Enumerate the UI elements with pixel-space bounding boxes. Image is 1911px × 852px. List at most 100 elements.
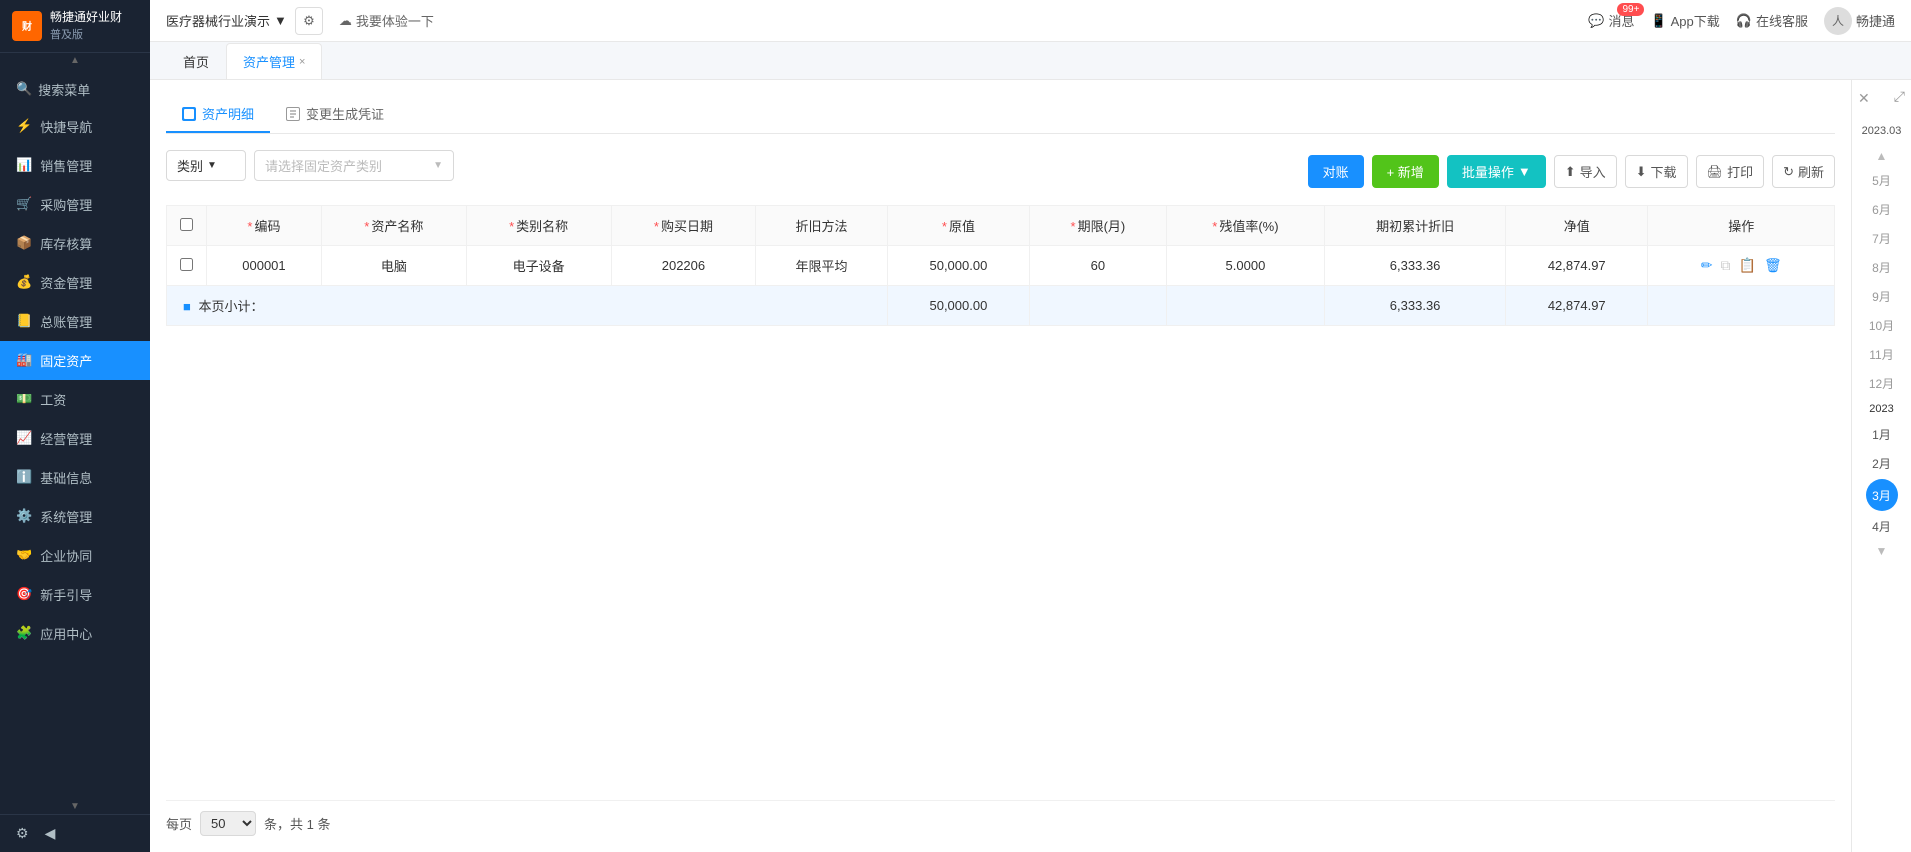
month-6-prev[interactable]: 6月 [1860, 196, 1904, 223]
sidebar-item-inventory[interactable]: 📦 库存核算 [0, 224, 150, 263]
th-checkbox [167, 206, 207, 246]
month-5-prev[interactable]: 5月 [1860, 167, 1904, 194]
edit-icon[interactable]: ✏ [1701, 257, 1713, 274]
row-actions: ✏ ⧉ 📋 🗑 [1648, 246, 1835, 286]
tab-home[interactable]: 首页 [166, 43, 226, 79]
sub-tab-change-voucher[interactable]: 变更生成凭证 [270, 96, 400, 133]
settings-icon[interactable]: ⚙ [16, 825, 29, 842]
fixed-assets-icon: 🏭 [16, 352, 32, 368]
online-service-button[interactable]: 🎧 在线客服 [1736, 11, 1808, 30]
gear-icon: ⚙ [303, 13, 315, 29]
sidebar: 财 畅捷通好业财 普及版 ▲ 🔍 搜索菜单 ⚡ 快捷导航 📊 销售管理 🛒 采购… [0, 0, 150, 852]
month-8-prev[interactable]: 8月 [1860, 254, 1904, 281]
sidebar-item-enterprise[interactable]: 🤝 企业协同 [0, 536, 150, 575]
sidebar-scroll-up[interactable]: ▲ [70, 55, 80, 66]
refresh-icon: ↻ [1783, 164, 1794, 180]
sidebar-item-search[interactable]: 🔍 搜索菜单 [0, 72, 150, 107]
select-all-checkbox[interactable] [180, 218, 193, 231]
subtotal-icon: ■ [183, 299, 191, 314]
sidebar-item-shortcut[interactable]: ⚡ 快捷导航 [0, 107, 150, 146]
toolbar: 类别 ▼ 请选择固定资产类别 ▼ 对账 + 新增 [166, 150, 1835, 193]
trial-hint[interactable]: ☁ 我要体验一下 [339, 11, 434, 30]
panel-months: 5月 6月 7月 8月 9月 10月 11月 12月 2023 1月 2月 3月… [1852, 167, 1911, 540]
delete-icon[interactable]: 🗑 [1764, 257, 1782, 274]
operations-icon: 📈 [16, 430, 32, 446]
duplicate-icon[interactable]: 📋 [1739, 257, 1756, 274]
sidebar-item-fixed-assets[interactable]: 🏭 固定资产 [0, 341, 150, 380]
reconcile-button[interactable]: 对账 [1308, 155, 1364, 188]
category-label-select[interactable]: 类别 ▼ [166, 150, 246, 181]
download-button[interactable]: ⬇ 下载 [1625, 155, 1688, 188]
print-icon: 🖨 [1707, 164, 1724, 180]
refresh-button[interactable]: ↻ 刷新 [1772, 155, 1835, 188]
category-dropdown-icon: ▼ [433, 160, 443, 171]
row-original-value: 50,000.00 [887, 246, 1029, 286]
sidebar-scroll-down[interactable]: ▼ [70, 801, 80, 812]
panel-scroll-up-button[interactable]: ▲ [1872, 145, 1892, 167]
month-7-prev[interactable]: 7月 [1860, 225, 1904, 252]
table-body: 000001 电脑 电子设备 202206 年限平均 50,000.00 60 … [167, 246, 1835, 326]
th-actions: 操作 [1648, 206, 1835, 246]
sidebar-item-system[interactable]: ⚙️ 系统管理 [0, 497, 150, 536]
month-1[interactable]: 1月 [1860, 421, 1904, 448]
th-depreciation-method: 折旧方法 [756, 206, 887, 246]
company-dropdown-icon: ▼ [274, 13, 287, 28]
subtotal-actions [1648, 286, 1835, 326]
panel-scroll-down-button[interactable]: ▼ [1872, 540, 1892, 562]
row-checkbox[interactable] [180, 258, 193, 271]
month-3[interactable]: 3月 [1866, 479, 1898, 511]
app-download-button[interactable]: 📱 App下载 [1650, 11, 1719, 30]
th-name: *资产名称 [321, 206, 466, 246]
print-button[interactable]: 🖨 打印 [1696, 155, 1765, 188]
new-button[interactable]: + 新增 [1372, 155, 1439, 188]
subtotal-accumulated: 6,333.36 [1325, 286, 1506, 326]
filter-dropdown-icon: ▼ [207, 160, 217, 171]
sidebar-item-basic-info[interactable]: ℹ️ 基础信息 [0, 458, 150, 497]
company-selector[interactable]: 医疗器械行业演示 ▼ [166, 11, 287, 30]
month-9-prev[interactable]: 9月 [1860, 283, 1904, 310]
month-2[interactable]: 2月 [1860, 450, 1904, 477]
month-12-prev[interactable]: 12月 [1860, 370, 1904, 397]
import-icon: ⬆ [1565, 164, 1576, 180]
subtotal-row: ■ 本页小计： 50,000.00 6,333.36 42,874.97 [167, 286, 1835, 326]
sidebar-item-operations[interactable]: 📈 经营管理 [0, 419, 150, 458]
copy-icon[interactable]: ⧉ [1721, 257, 1731, 274]
month-4[interactable]: 4月 [1860, 513, 1904, 540]
tab-close-icon[interactable]: × [299, 56, 305, 68]
sidebar-item-sales[interactable]: 📊 销售管理 [0, 146, 150, 185]
sidebar-item-capital[interactable]: 💰 资金管理 [0, 263, 150, 302]
batch-button[interactable]: 批量操作 ▼ [1447, 155, 1546, 188]
panel-close-button[interactable]: ✕ [1858, 90, 1870, 107]
category-value-select[interactable]: 请选择固定资产类别 ▼ [254, 150, 454, 181]
collapse-icon[interactable]: ◀ [45, 825, 56, 842]
sales-icon: 📊 [16, 157, 32, 173]
pagination: 每页 50 100 200 条，共 1 条 [166, 800, 1835, 836]
table-row: 000001 电脑 电子设备 202206 年限平均 50,000.00 60 … [167, 246, 1835, 286]
sidebar-item-payroll[interactable]: 💵 工资 [0, 380, 150, 419]
sidebar-nav: 🔍 搜索菜单 ⚡ 快捷导航 📊 销售管理 🛒 采购管理 📦 库存核算 💰 资金管… [0, 68, 150, 799]
page-tabs: 首页 资产管理 × [150, 42, 1911, 80]
month-10-prev[interactable]: 10月 [1860, 312, 1904, 339]
page-size-select[interactable]: 50 100 200 [200, 811, 256, 836]
row-code: 000001 [207, 246, 322, 286]
row-residual-rate: 5.0000 [1166, 246, 1325, 286]
topbar-right: 💬 消息 99+ 📱 App下载 🎧 在线客服 人 畅捷通 [1588, 7, 1895, 35]
month-11-prev[interactable]: 11月 [1860, 341, 1904, 368]
subtotal-residual [1166, 286, 1325, 326]
messages-button[interactable]: 💬 消息 99+ [1588, 11, 1634, 30]
asset-table: *编码 *资产名称 *类别名称 *购买日期 折旧方法 *原值 *期限(月) *残… [166, 205, 1835, 792]
message-icon: 💬 [1588, 13, 1604, 29]
sidebar-item-ledger[interactable]: 📒 总账管理 [0, 302, 150, 341]
sidebar-item-guide[interactable]: 🎯 新手引导 [0, 575, 150, 614]
sub-tab-asset-detail[interactable]: 资产明细 [166, 96, 270, 133]
user-menu[interactable]: 人 畅捷通 [1824, 7, 1895, 35]
panel-expand-button[interactable]: ⤢ [1894, 88, 1905, 105]
sidebar-item-purchase[interactable]: 🛒 采购管理 [0, 185, 150, 224]
sidebar-item-app-center[interactable]: 🧩 应用中心 [0, 614, 150, 653]
tab-asset-management[interactable]: 资产管理 × [226, 43, 322, 79]
company-settings-button[interactable]: ⚙ [295, 7, 323, 35]
shortcut-icon: ⚡ [16, 118, 32, 134]
messages-badge: 99+ [1617, 3, 1644, 16]
import-button[interactable]: ⬆ 导入 [1554, 155, 1617, 188]
th-accumulated-depreciation: 期初累计折旧 [1325, 206, 1506, 246]
